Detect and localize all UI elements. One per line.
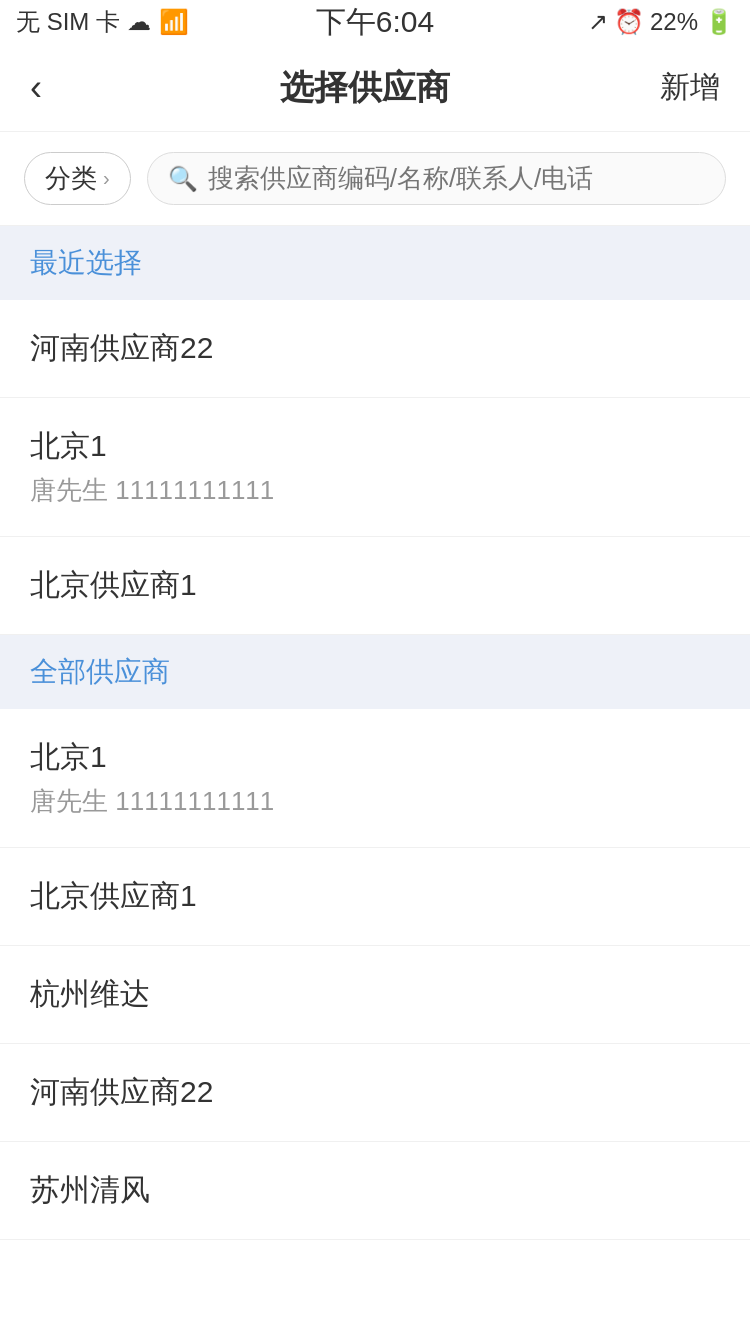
search-icon: 🔍	[168, 165, 198, 193]
item-name: 河南供应商22	[30, 1072, 720, 1113]
recent-section-header: 最近选择	[0, 226, 750, 300]
add-button[interactable]: 新增	[640, 67, 720, 108]
wifi-icon: 📶	[159, 8, 189, 36]
all-section-header: 全部供应商	[0, 635, 750, 709]
status-time: 下午6:04	[316, 2, 434, 43]
item-sub: 唐先生 11111111111	[30, 473, 720, 508]
filter-bar: 分类 › 🔍	[0, 132, 750, 226]
item-name: 北京1	[30, 426, 720, 467]
recent-list: 河南供应商22 北京1 唐先生 11111111111 北京供应商1	[0, 300, 750, 635]
search-input[interactable]	[208, 163, 705, 194]
list-item[interactable]: 河南供应商22	[0, 300, 750, 398]
search-box[interactable]: 🔍	[147, 152, 726, 205]
item-name: 北京1	[30, 737, 720, 778]
list-item[interactable]: 苏州清风	[0, 1142, 750, 1240]
item-name: 河南供应商22	[30, 328, 720, 369]
list-item[interactable]: 杭州维达	[0, 946, 750, 1044]
list-item[interactable]: 北京供应商1	[0, 848, 750, 946]
alarm-icon: ⏰	[614, 8, 644, 36]
item-name: 杭州维达	[30, 974, 720, 1015]
battery-icon: 🔋	[704, 8, 734, 36]
item-name: 北京供应商1	[30, 565, 720, 606]
category-button[interactable]: 分类 ›	[24, 152, 131, 205]
chevron-right-icon: ›	[103, 167, 110, 190]
recent-section-label: 最近选择	[30, 247, 142, 278]
list-item[interactable]: 北京1 唐先生 11111111111	[0, 398, 750, 537]
list-item[interactable]: 北京供应商1	[0, 537, 750, 635]
list-item[interactable]: 河南供应商22	[0, 1044, 750, 1142]
nav-bar: ‹ 选择供应商 新增	[0, 44, 750, 132]
item-sub: 唐先生 11111111111	[30, 784, 720, 819]
battery-percent: 22%	[650, 8, 698, 36]
status-left: 无 SIM 卡 ☁ 📶	[16, 6, 189, 38]
item-name: 苏州清风	[30, 1170, 720, 1211]
item-name: 北京供应商1	[30, 876, 720, 917]
all-section-label: 全部供应商	[30, 656, 170, 687]
category-label: 分类	[45, 161, 97, 196]
list-item[interactable]: 北京1 唐先生 11111111111	[0, 709, 750, 848]
sim-label: 无 SIM 卡 ☁	[16, 6, 151, 38]
status-bar: 无 SIM 卡 ☁ 📶 下午6:04 ↗ ⏰ 22% 🔋	[0, 0, 750, 44]
back-button[interactable]: ‹	[30, 67, 90, 109]
page-title: 选择供应商	[280, 65, 450, 111]
status-right: ↗ ⏰ 22% 🔋	[588, 8, 734, 36]
all-list: 北京1 唐先生 11111111111 北京供应商1 杭州维达河南供应商22 苏州清风	[0, 709, 750, 1240]
location-icon: ↗	[588, 8, 608, 36]
